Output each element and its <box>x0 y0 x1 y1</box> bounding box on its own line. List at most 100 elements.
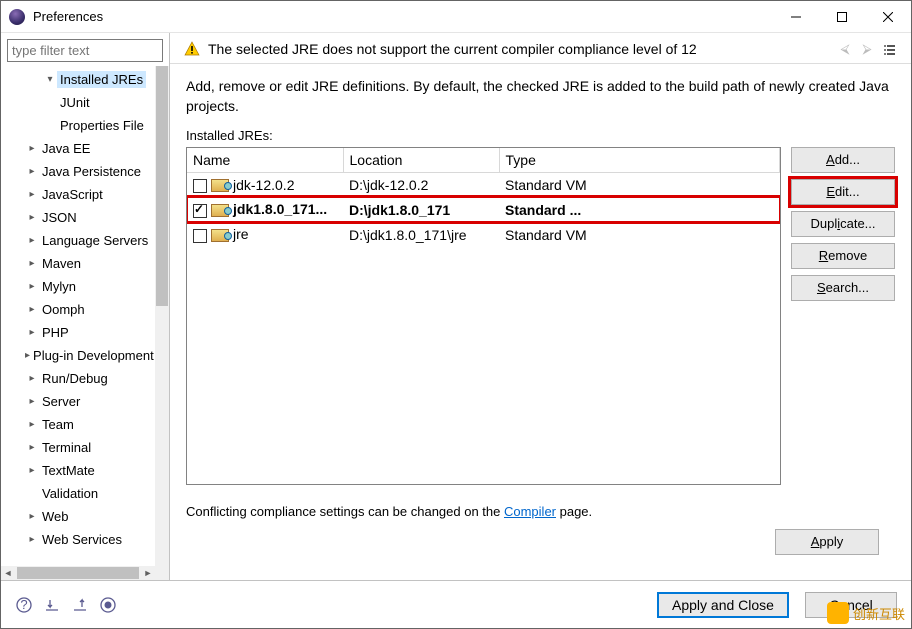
expand-icon[interactable]: ▸ <box>25 143 39 154</box>
jre-table[interactable]: Name Location Type jdk-12.0.2D:\jdk-12.0… <box>186 147 781 485</box>
export-icon[interactable] <box>71 596 89 614</box>
warning-message: The selected JRE does not support the cu… <box>208 41 829 57</box>
table-row[interactable]: jdk1.8.0_171...D:\jdk1.8.0_171Standard .… <box>187 197 780 222</box>
cancel-button[interactable]: Cancel <box>805 592 897 618</box>
tree-item[interactable]: ▸Language Servers <box>1 229 155 252</box>
tree-item[interactable]: ▸JavaScript <box>1 183 155 206</box>
expand-icon[interactable]: ▸ <box>25 396 39 407</box>
add-button[interactable]: Add... <box>791 147 895 173</box>
tree-horizontal-scrollbar[interactable]: ◄ ► <box>1 566 155 580</box>
table-row[interactable]: jdk-12.0.2D:\jdk-12.0.2Standard VM <box>187 172 780 197</box>
checkbox[interactable] <box>193 204 207 218</box>
tree-item[interactable]: ▸Oomph <box>1 298 155 321</box>
close-button[interactable] <box>865 1 911 33</box>
back-icon[interactable]: ⮘ <box>837 41 853 57</box>
expand-icon[interactable]: ▸ <box>25 189 39 200</box>
col-name[interactable]: Name <box>187 148 343 173</box>
tree-item[interactable]: ▸PHP <box>1 321 155 344</box>
compiler-link[interactable]: Compiler <box>504 504 556 519</box>
sidebar: ▾Installed JREsJUnitProperties File▸Java… <box>1 33 170 580</box>
expand-icon[interactable]: ▸ <box>25 465 39 476</box>
scroll-left-arrow[interactable]: ◄ <box>1 568 15 578</box>
table-row[interactable]: jreD:\jdk1.8.0_171\jreStandard VM <box>187 222 780 247</box>
record-icon[interactable] <box>99 596 117 614</box>
tree-item[interactable]: ▸Team <box>1 413 155 436</box>
tree-item[interactable]: ▸Run/Debug <box>1 367 155 390</box>
tree-item-label: Language Servers <box>39 232 151 249</box>
scrollbar-thumb[interactable] <box>17 567 139 579</box>
checkbox[interactable] <box>193 229 207 243</box>
menu-icon[interactable] <box>881 41 897 57</box>
tree-item-label: JUnit <box>57 94 93 111</box>
expand-icon[interactable]: ▸ <box>25 281 39 292</box>
tree-item-label: Properties File <box>57 117 147 134</box>
preferences-window: Preferences ▾Installed JREs JUnit Properti… <box>0 0 912 629</box>
jre-icon <box>211 229 229 242</box>
minimize-button[interactable] <box>773 1 819 33</box>
tree-item[interactable]: ▾Installed JREs <box>1 68 155 91</box>
jre-icon <box>211 179 229 192</box>
tree-item-label: Java Persistence <box>39 163 144 180</box>
tree-item[interactable]: ▸Maven <box>1 252 155 275</box>
search-button[interactable]: Search... <box>791 275 895 301</box>
remove-button[interactable]: Remove <box>791 243 895 269</box>
expand-icon[interactable]: ▸ <box>25 212 39 223</box>
tree-item[interactable]: Properties File <box>1 114 155 137</box>
apply-button[interactable]: Apply <box>775 529 879 555</box>
dialog-footer: ? Apply and Close Cancel <box>1 580 911 628</box>
tree-item[interactable]: ▸Java Persistence <box>1 160 155 183</box>
scrollbar-corner <box>155 566 169 580</box>
preferences-tree[interactable]: ▾Installed JREsJUnitProperties File▸Java… <box>1 66 155 566</box>
jre-icon <box>211 204 229 217</box>
installed-jres-label: Installed JREs: <box>186 127 895 143</box>
import-icon[interactable] <box>43 596 61 614</box>
tree-item-label: Web Services <box>39 531 125 548</box>
tree-item[interactable]: ▸Terminal <box>1 436 155 459</box>
close-icon <box>883 12 893 22</box>
tree-item[interactable]: ▸Plug-in Development <box>1 344 155 367</box>
expand-icon[interactable]: ▸ <box>25 442 39 453</box>
col-location[interactable]: Location <box>343 148 499 173</box>
scroll-right-arrow[interactable]: ► <box>141 568 155 578</box>
checkbox[interactable] <box>193 179 207 193</box>
tree-item[interactable]: ▸JSON <box>1 206 155 229</box>
expand-icon[interactable]: ▸ <box>25 166 39 177</box>
filter-input[interactable] <box>7 39 163 62</box>
forward-icon[interactable]: ⮚ <box>859 41 875 57</box>
header-toolbar: ⮘ ⮚ <box>837 41 897 57</box>
tree-item[interactable]: ▸TextMate <box>1 459 155 482</box>
tree-item[interactable]: ▸Web <box>1 505 155 528</box>
titlebar: Preferences <box>1 1 911 33</box>
apply-and-close-button[interactable]: Apply and Close <box>657 592 789 618</box>
col-type[interactable]: Type <box>499 148 780 173</box>
tree-vertical-scrollbar[interactable] <box>155 66 169 566</box>
edit-button[interactable]: Edit... <box>791 179 895 205</box>
tree-item[interactable]: ▸Mylyn <box>1 275 155 298</box>
scrollbar-thumb[interactable] <box>156 66 168 306</box>
expand-icon[interactable]: ▸ <box>25 511 39 522</box>
tree-item[interactable]: JUnit <box>1 91 155 114</box>
page-description: Add, remove or edit JRE definitions. By … <box>186 76 895 117</box>
tree-item[interactable]: ▸Server <box>1 390 155 413</box>
expand-icon[interactable]: ▸ <box>25 327 39 338</box>
expand-icon[interactable]: ▸ <box>25 304 39 315</box>
maximize-button[interactable] <box>819 1 865 33</box>
tree-item-label: Team <box>39 416 77 433</box>
expand-icon[interactable]: ▾ <box>43 74 57 85</box>
tree-item-label: TextMate <box>39 462 98 479</box>
expand-icon[interactable]: ▸ <box>25 419 39 430</box>
tree-item[interactable]: Validation <box>1 482 155 505</box>
tree-item[interactable]: ▸Web Services <box>1 528 155 551</box>
expand-icon[interactable]: ▸ <box>25 373 39 384</box>
minimize-icon <box>791 12 801 22</box>
tree-item[interactable]: ▸Java EE <box>1 137 155 160</box>
expand-icon[interactable]: ▸ <box>25 235 39 246</box>
content-pane: The selected JRE does not support the cu… <box>170 33 911 580</box>
expand-icon[interactable]: ▸ <box>25 534 39 545</box>
page-header: The selected JRE does not support the cu… <box>170 33 911 64</box>
duplicate-button[interactable]: Duplicate... <box>791 211 895 237</box>
tree-item-label: Validation <box>39 485 101 502</box>
expand-icon[interactable]: ▸ <box>25 258 39 269</box>
tree-item-label: Plug-in Development <box>30 347 155 364</box>
help-icon[interactable]: ? <box>15 596 33 614</box>
